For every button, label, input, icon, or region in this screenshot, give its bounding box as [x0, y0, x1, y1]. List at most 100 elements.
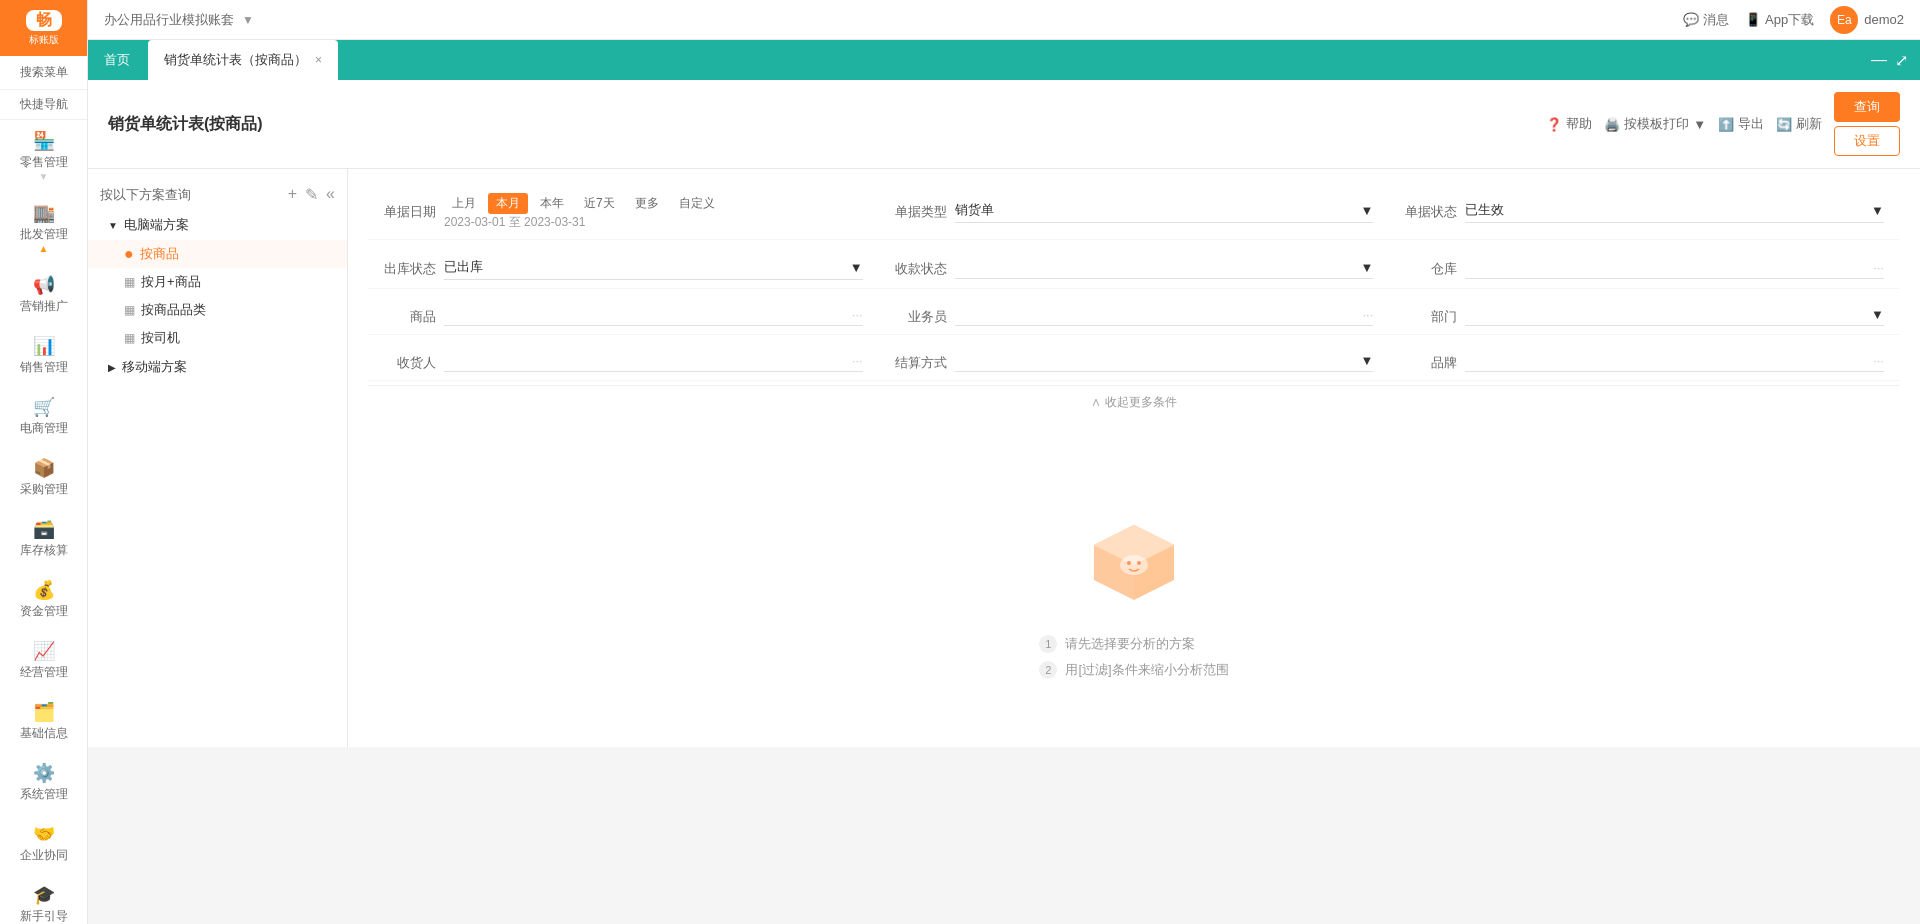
goods-dots[interactable]: ···	[852, 307, 863, 322]
collapse-panel-icon[interactable]: «	[326, 185, 335, 204]
empty-step-2: 2 用[过滤]条件来缩小分析范围	[1039, 661, 1228, 679]
topbar-left: 办公用品行业模拟账套 ▼	[104, 11, 254, 29]
page-header: 销货单统计表(按商品) ❓ 帮助 🖨️ 按模板打印 ▼ ⬆️ 导出 🔄 刷新 查…	[88, 80, 1920, 169]
export-btn[interactable]: ⬆️ 导出	[1718, 115, 1764, 133]
date-btn-this-month[interactable]: 本月	[488, 193, 528, 214]
collapse-bar[interactable]: ∧ 收起更多条件	[368, 385, 1900, 419]
tabs-actions: — ⤢	[1871, 51, 1920, 70]
user-avatar-area[interactable]: Ea demo2	[1830, 6, 1904, 34]
scheme-active-icon: ●	[124, 245, 134, 263]
logo-subtitle: 标账版	[29, 33, 59, 47]
sidebar-item-base[interactable]: 🗂️ 基础信息	[0, 691, 87, 752]
receiver-value: ···	[444, 353, 863, 372]
doc-type-label: 单据类型	[895, 203, 955, 221]
system-icon: ⚙️	[33, 762, 55, 784]
empty-steps: 1 请先选择要分析的方案 2 用[过滤]条件来缩小分析范围	[1039, 635, 1228, 687]
sidebar-item-finance[interactable]: 💰 资金管理	[0, 569, 87, 630]
app-download-btn[interactable]: 📱 App下载	[1745, 11, 1814, 29]
edit-scheme-icon[interactable]: ✎	[305, 185, 318, 204]
date-btn-this-year[interactable]: 本年	[532, 193, 572, 214]
add-scheme-icon[interactable]: +	[288, 185, 297, 204]
sidebar-item-purchase[interactable]: 📦 采购管理	[0, 447, 87, 508]
refresh-btn[interactable]: 🔄 刷新	[1776, 115, 1822, 133]
svg-point-5	[1137, 561, 1141, 565]
doc-type-arrow[interactable]: ▼	[1360, 203, 1373, 218]
filter-cell-settle: 结算方式 ▼	[879, 345, 1390, 381]
doc-type-value: 销货单 ▼	[955, 201, 1374, 223]
sidebar-logo: 畅 标账版	[0, 0, 87, 56]
sidebar-item-sales[interactable]: 📊 销售管理	[0, 325, 87, 386]
sidebar-item-operation[interactable]: 📈 经营管理	[0, 630, 87, 691]
settle-arrow[interactable]: ▼	[1360, 353, 1373, 368]
operation-icon: 📈	[33, 640, 55, 662]
date-btn-more[interactable]: 更多	[627, 193, 667, 214]
template-print-btn[interactable]: 🖨️ 按模板打印 ▼	[1604, 115, 1706, 133]
sidebar-item-guide[interactable]: 🎓 新手引导	[0, 874, 87, 924]
retail-icon: 🏪	[33, 130, 55, 152]
settle-value: ▼	[955, 353, 1374, 372]
content-area: 按以下方案查询 + ✎ « ▼ 电脑端方案 ● 按商品	[88, 169, 1920, 747]
sidebar-search[interactable]: 搜索菜单	[0, 56, 87, 90]
date-controls: 上月 本月 本年 近7天 更多 自定义 2023-03-01 至 2023-03…	[444, 193, 863, 231]
salesperson-label: 业务员	[895, 308, 955, 326]
scheme-icon-3: ▦	[124, 331, 135, 345]
sidebar-item-system[interactable]: ⚙️ 系统管理	[0, 752, 87, 813]
date-btn-custom[interactable]: 自定义	[671, 193, 723, 214]
enterprise-icon: 🤝	[33, 823, 55, 845]
sidebar-item-retail[interactable]: 🏪 零售管理 ▼	[0, 120, 87, 192]
goods-value: ···	[444, 307, 863, 326]
tree-item-month-goods[interactable]: ▦ 按月+商品	[88, 268, 347, 296]
out-status-arrow[interactable]: ▼	[850, 260, 863, 275]
tree-item-goods-category[interactable]: ▦ 按商品品类	[88, 296, 347, 324]
date-btn-last-month[interactable]: 上月	[444, 193, 484, 214]
filter-row-3: 商品 ··· 业务员 ···	[368, 299, 1900, 335]
sidebar-item-wholesale[interactable]: 🏬 批发管理 ▲	[0, 192, 87, 264]
scheme-icon-1: ▦	[124, 275, 135, 289]
avatar: Ea	[1830, 6, 1858, 34]
receiver-dots[interactable]: ···	[852, 353, 863, 368]
username: demo2	[1864, 12, 1904, 27]
collect-status-arrow[interactable]: ▼	[1360, 260, 1373, 275]
brand-dots[interactable]: ···	[1873, 353, 1884, 368]
topbar: 办公用品行业模拟账套 ▼ 💬 消息 📱 App下载 Ea demo2	[88, 0, 1920, 40]
tab-close-icon[interactable]: ×	[315, 53, 322, 67]
marketing-icon: 📢	[33, 274, 55, 296]
sidebar-item-enterprise[interactable]: 🤝 企业协同	[0, 813, 87, 874]
wholesale-icon: 🏬	[33, 202, 55, 224]
filter-cell-doc-status: 单据状态 已生效 ▼	[1389, 185, 1900, 240]
tree-item-by-goods[interactable]: ● 按商品	[88, 240, 347, 268]
out-status-value: 已出库 ▼	[444, 258, 863, 280]
tab-home[interactable]: 首页	[88, 40, 146, 80]
department-arrow[interactable]: ▼	[1871, 307, 1884, 322]
salesperson-dots[interactable]: ···	[1362, 307, 1373, 322]
filter-cell-doc-type: 单据类型 销货单 ▼	[879, 185, 1390, 240]
sidebar-item-marketing[interactable]: 📢 营销推广	[0, 264, 87, 325]
sidebar-quick-nav[interactable]: 快捷导航	[0, 90, 87, 120]
doc-status-arrow[interactable]: ▼	[1871, 203, 1884, 218]
date-range: 2023-03-01 至 2023-03-31	[444, 214, 863, 231]
dropdown-icon[interactable]: ▼	[242, 13, 254, 27]
tree-section-mobile[interactable]: ▶ 移动端方案	[88, 352, 347, 382]
tab-sales-stats[interactable]: 销货单统计表（按商品） ×	[148, 40, 338, 80]
tab-maximize-icon[interactable]: ⤢	[1895, 51, 1908, 70]
topbar-right: 💬 消息 📱 App下载 Ea demo2	[1683, 6, 1904, 34]
date-buttons: 上月 本月 本年 近7天 更多 自定义	[444, 193, 863, 214]
tree-section-pc[interactable]: ▼ 电脑端方案	[88, 210, 347, 240]
logo-abbr: 畅	[36, 10, 52, 31]
out-status-label: 出库状态	[384, 260, 444, 278]
filter-cell-department: 部门 ▼	[1389, 299, 1900, 335]
collect-status-label: 收款状态	[895, 260, 955, 278]
help-btn[interactable]: ❓ 帮助	[1546, 115, 1592, 133]
query-button[interactable]: 查询	[1834, 92, 1900, 122]
sidebar-item-ecommerce[interactable]: 🛒 电商管理	[0, 386, 87, 447]
message-btn[interactable]: 💬 消息	[1683, 11, 1729, 29]
tree-item-driver[interactable]: ▦ 按司机	[88, 324, 347, 352]
tab-minimize-icon[interactable]: —	[1871, 51, 1887, 70]
date-btn-7days[interactable]: 近7天	[576, 193, 623, 214]
doc-status-label: 单据状态	[1405, 203, 1465, 221]
settings-button[interactable]: 设置	[1834, 126, 1900, 156]
tree-expand-icon: ▼	[108, 220, 118, 231]
sidebar-item-inventory[interactable]: 🗃️ 库存核算	[0, 508, 87, 569]
warehouse-dots[interactable]: ···	[1873, 260, 1884, 275]
filter-cell-salesperson: 业务员 ···	[879, 299, 1390, 335]
